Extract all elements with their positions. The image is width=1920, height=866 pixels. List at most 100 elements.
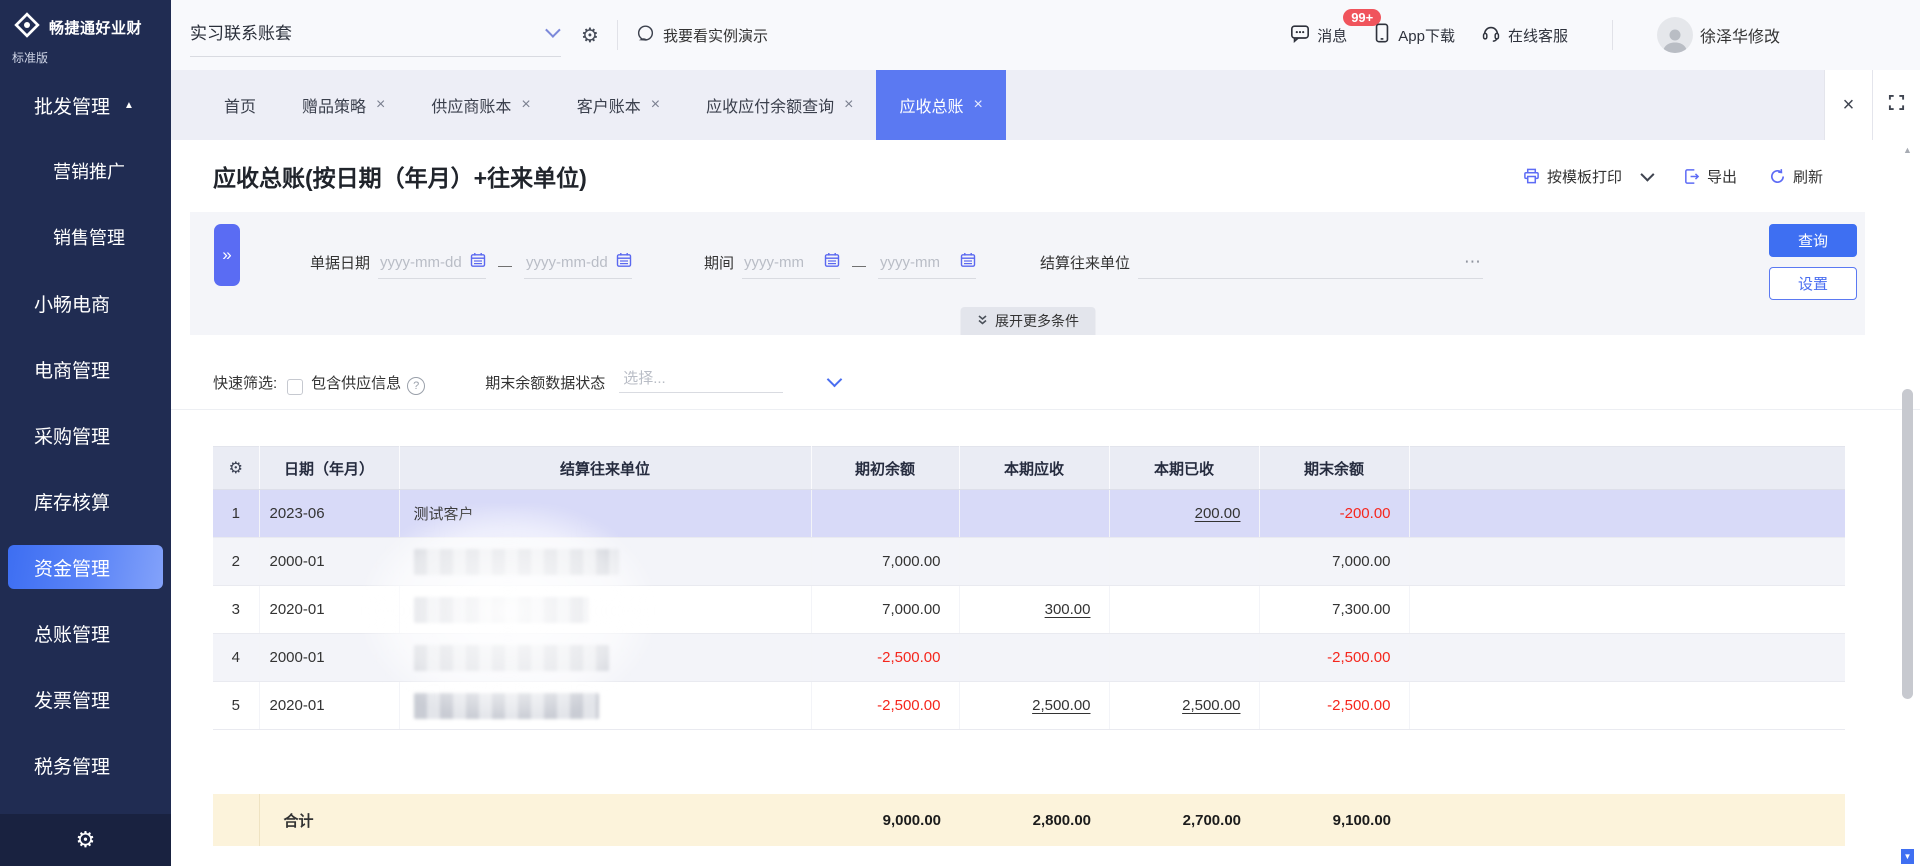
row-number: 4 [213,633,260,682]
top-bar: 实习联系账套 ⚙ 我要看实例演示 消息 99+ App下载 在线客服 徐泽华修改 [171,0,1920,70]
tab-close-icon[interactable]: × [651,96,660,114]
column-settings-button[interactable]: ⚙ [213,446,260,490]
calendar-icon[interactable] [960,252,976,273]
close-icon: × [1842,93,1855,116]
cell-received[interactable]: 2,500.00 [1109,681,1260,730]
scroll-up-arrow[interactable]: ▲ [1901,145,1914,155]
user-menu[interactable]: 徐泽华修改 [1656,17,1780,53]
cell-ending: -200.00 [1259,489,1410,538]
cell-customer [399,585,812,634]
col-date[interactable]: 日期（年月） [259,446,400,490]
col-ending[interactable]: 期末余额 [1259,446,1410,490]
tab-3[interactable]: 客户账本 × [554,70,683,140]
include-supplier-checkbox[interactable] [287,379,304,395]
cell-opening: 7,000.00 [811,585,960,634]
comment-bubble-icon [636,24,655,47]
col-received[interactable]: 本期已收 [1109,446,1260,490]
table-row-3[interactable]: 3 2020-01 7,000.00 300.00 7,300.00 [213,585,1845,634]
more-options-icon[interactable]: ⋯ [1464,253,1483,270]
account-selector[interactable]: 实习联系账套 [190,13,561,57]
table-row-5[interactable]: 5 2020-01 -2,500.00 2,500.00 2,500.00 -2,500.… [213,681,1845,730]
select-placeholder: 选择... [619,367,784,393]
sidebar-footer: ⚙ [0,814,171,866]
settings-gear-icon[interactable]: ⚙ [76,829,96,851]
tab-2[interactable]: 供应商账本 × [408,70,553,140]
range-dash: — [498,257,513,273]
cell-receivable[interactable]: 300.00 [959,585,1110,634]
account-name: 实习联系账套 [190,24,292,43]
filter-panel: » 单据日期 — 期间 [190,212,1865,335]
tab-close-icon[interactable]: × [844,96,853,114]
query-button[interactable]: 查询 [1769,224,1857,257]
period-from-input[interactable] [742,253,825,272]
messages-button[interactable]: 消息 99+ [1290,9,1382,47]
refresh-button[interactable]: 刷新 [1769,166,1823,187]
sidebar-item-6[interactable]: 库存核算 [0,468,171,534]
edition-label: 标准版 [12,51,49,65]
sidebar-item-10[interactable]: 税务管理 [0,732,171,798]
scroll-down-arrow[interactable]: ▼ [1901,849,1914,864]
period-from-field [742,252,841,279]
cell-ending: -2,500.00 [1259,681,1410,730]
total-ending: 9,100.00 [1259,794,1409,846]
online-support-button[interactable]: 在线客服 [1481,23,1568,47]
tab-close-icon[interactable]: × [521,96,530,114]
sidebar-item-3[interactable]: 小畅电商 [0,270,171,336]
table-row-1[interactable]: 1 2023-06 测试客户 200.00 -200.00 [213,489,1845,538]
col-partner[interactable]: 结算往来单位 [399,446,812,490]
sidebar-item-4[interactable]: 电商管理 [0,336,171,402]
sidebar-item-5[interactable]: 采购管理 [0,402,171,468]
cell-customer [399,537,812,586]
scrollbar-thumb[interactable] [1902,389,1913,699]
calendar-icon[interactable] [616,252,632,273]
partner-input[interactable] [1138,254,1443,273]
sidebar-item-1[interactable]: 营销推广 [0,138,171,204]
cell-date: 2000-01 [259,537,400,586]
tab-4[interactable]: 应收应付余额查询 × [683,70,876,140]
expand-more-conditions-button[interactable]: 展开更多条件 [960,307,1095,335]
cell-date: 2000-01 [259,633,400,682]
app-download-label: App下载 [1398,27,1455,45]
doc-date-from-input[interactable] [378,253,471,272]
account-settings-gear-icon[interactable]: ⚙ [581,23,599,48]
cell-received[interactable]: 200.00 [1109,489,1260,538]
demo-link[interactable]: 我要看实例演示 [636,24,768,47]
print-by-template-button[interactable]: 按模板打印 [1523,166,1655,187]
cell-receivable[interactable]: 2,500.00 [959,681,1110,730]
calendar-icon[interactable] [470,252,486,273]
sidebar-item-label: 总账管理 [34,624,111,646]
tab-close-icon[interactable]: × [973,96,982,114]
tab-1[interactable]: 赠品策略 × [279,70,408,140]
sidebar-item-7[interactable]: 资金管理 [8,545,163,589]
tab-close-icon[interactable]: × [376,96,385,114]
close-tabs-button[interactable]: × [1824,70,1872,140]
sidebar-item-2[interactable]: 销售管理 [0,204,171,270]
sidebar-item-label: 库存核算 [34,492,111,514]
col-opening[interactable]: 期初余额 [811,446,960,490]
collapse-filter-button[interactable]: » [214,224,240,286]
message-icon [1290,23,1310,47]
fullscreen-button[interactable] [1872,70,1920,140]
cell-receivable [959,537,1110,586]
table-row-4[interactable]: 4 2000-01 -2,500.00 -2,500.00 [213,633,1845,682]
sidebar-item-9[interactable]: 发票管理 [0,666,171,732]
row-number: 2 [213,537,260,586]
col-receivable[interactable]: 本期应收 [959,446,1110,490]
sidebar-item-0[interactable]: 批发管理 ▲ [0,72,171,138]
settings-button[interactable]: 设置 [1769,267,1857,300]
period-to-input[interactable] [878,253,961,272]
ending-status-select[interactable]: 选择... [619,367,843,393]
phone-icon [1373,23,1391,47]
tab-5[interactable]: 应收总账 × [876,70,1006,140]
table-row-2[interactable]: 2 2000-01 7,000.00 7,000.00 [213,537,1845,586]
customer-name-redacted [413,548,619,575]
export-button[interactable]: 导出 [1683,166,1737,187]
tab-0[interactable]: 首页 [201,70,279,140]
calendar-icon[interactable] [824,252,840,273]
sidebar-item-8[interactable]: 总账管理 [0,600,171,666]
ending-status-label: 期末余额数据状态 [485,375,606,392]
logo-block: 畅捷通好业财 标准版 [0,0,171,70]
help-question-icon[interactable]: ? [407,377,426,395]
doc-date-to-input[interactable] [524,253,617,272]
app-download-button[interactable]: App下载 [1373,23,1455,47]
